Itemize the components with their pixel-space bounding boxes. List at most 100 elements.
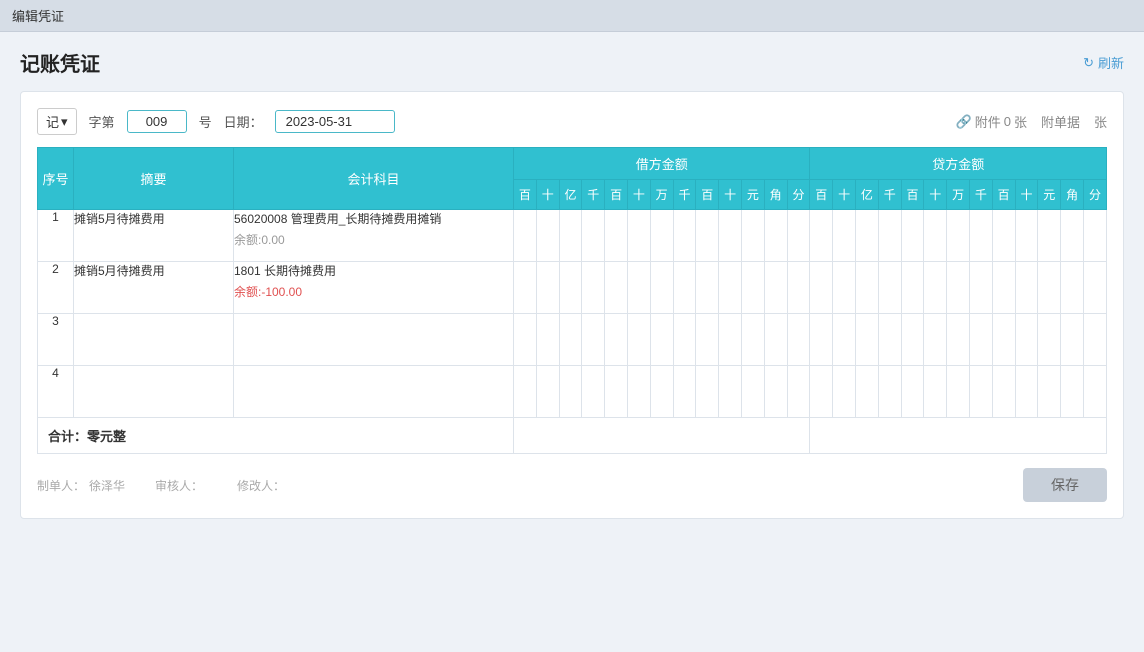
voucher-type-btn[interactable]: 记 ▾ [37,108,77,135]
row-1-debit-2[interactable] [536,210,559,262]
row-2-credit-7[interactable] [947,262,970,314]
row-4-debit-1[interactable] [514,366,537,418]
row-2-debit-13[interactable] [787,262,810,314]
row-1-credit-4[interactable] [878,210,901,262]
row-2-debit-6[interactable] [627,262,650,314]
row-3-debit-12[interactable] [764,314,787,366]
row-2-credit-2[interactable] [833,262,856,314]
row-2-credit-10[interactable] [1015,262,1038,314]
row-4-debit-11[interactable] [741,366,764,418]
row-4-credit-8[interactable] [969,366,992,418]
row-2-credit-4[interactable] [878,262,901,314]
row-1-credit-5[interactable] [901,210,924,262]
row-2-credit-13[interactable] [1083,262,1106,314]
row-1-account[interactable]: 56020008 管理费用_长期待摊费用摊销余额:0.00 [234,210,514,262]
row-1-credit-3[interactable] [856,210,879,262]
row-2-debit-10[interactable] [719,262,742,314]
row-3-credit-7[interactable] [947,314,970,366]
row-2-debit-1[interactable] [514,262,537,314]
attach-link[interactable]: 🔗 附件 0 张 [956,112,1027,131]
row-4-debit-12[interactable] [764,366,787,418]
row-2-credit-11[interactable] [1038,262,1061,314]
row-4-debit-6[interactable] [627,366,650,418]
row-4-credit-7[interactable] [947,366,970,418]
row-3-debit-11[interactable] [741,314,764,366]
row-1-credit-12[interactable] [1061,210,1084,262]
row-3-debit-2[interactable] [536,314,559,366]
row-3-credit-2[interactable] [833,314,856,366]
row-3-debit-1[interactable] [514,314,537,366]
row-2-credit-5[interactable] [901,262,924,314]
row-2-debit-7[interactable] [650,262,673,314]
row-2-account[interactable]: 1801 长期待摊费用余额:-100.00 [234,262,514,314]
row-3-debit-6[interactable] [627,314,650,366]
row-4-debit-9[interactable] [696,366,719,418]
save-button[interactable]: 保存 [1023,468,1107,502]
row-1-summary[interactable]: 摊销5月待摊费用 [74,210,234,262]
row-1-debit-7[interactable] [650,210,673,262]
row-3-credit-4[interactable] [878,314,901,366]
row-2-debit-5[interactable] [605,262,628,314]
voucher-number-input[interactable] [127,110,187,133]
row-2-credit-9[interactable] [992,262,1015,314]
row-4-debit-2[interactable] [536,366,559,418]
row-1-debit-4[interactable] [582,210,605,262]
row-4-debit-10[interactable] [719,366,742,418]
row-4-credit-6[interactable] [924,366,947,418]
row-4-debit-4[interactable] [582,366,605,418]
row-3-credit-1[interactable] [810,314,833,366]
row-3-credit-8[interactable] [969,314,992,366]
row-2-summary[interactable]: 摊销5月待摊费用 [74,262,234,314]
row-2-debit-2[interactable] [536,262,559,314]
row-4-credit-2[interactable] [833,366,856,418]
row-2-debit-3[interactable] [559,262,582,314]
row-1-debit-1[interactable] [514,210,537,262]
row-1-credit-1[interactable] [810,210,833,262]
row-3-debit-13[interactable] [787,314,810,366]
row-3-debit-8[interactable] [673,314,696,366]
row-3-credit-6[interactable] [924,314,947,366]
row-4-credit-1[interactable] [810,366,833,418]
row-3-credit-10[interactable] [1015,314,1038,366]
row-4-credit-12[interactable] [1061,366,1084,418]
row-4-account[interactable] [234,366,514,418]
row-2-credit-12[interactable] [1061,262,1084,314]
date-input[interactable] [275,110,395,133]
row-4-credit-5[interactable] [901,366,924,418]
row-4-credit-9[interactable] [992,366,1015,418]
row-2-credit-8[interactable] [969,262,992,314]
row-3-credit-5[interactable] [901,314,924,366]
row-4-credit-11[interactable] [1038,366,1061,418]
row-4-summary[interactable] [74,366,234,418]
row-4-debit-13[interactable] [787,366,810,418]
row-1-credit-10[interactable] [1015,210,1038,262]
row-2-credit-1[interactable] [810,262,833,314]
row-3-account[interactable] [234,314,514,366]
row-3-debit-3[interactable] [559,314,582,366]
row-3-debit-4[interactable] [582,314,605,366]
row-1-credit-8[interactable] [969,210,992,262]
row-2-debit-8[interactable] [673,262,696,314]
attach-list-link[interactable]: 附单据 [1041,112,1080,131]
row-3-credit-9[interactable] [992,314,1015,366]
row-1-debit-3[interactable] [559,210,582,262]
row-4-debit-3[interactable] [559,366,582,418]
row-1-credit-6[interactable] [924,210,947,262]
row-1-debit-6[interactable] [627,210,650,262]
row-3-credit-12[interactable] [1061,314,1084,366]
row-3-credit-3[interactable] [856,314,879,366]
row-3-credit-11[interactable] [1038,314,1061,366]
row-4-credit-4[interactable] [878,366,901,418]
row-4-debit-8[interactable] [673,366,696,418]
row-3-debit-5[interactable] [605,314,628,366]
row-1-credit-11[interactable] [1038,210,1061,262]
row-2-credit-6[interactable] [924,262,947,314]
row-4-debit-5[interactable] [605,366,628,418]
row-1-credit-13[interactable] [1083,210,1106,262]
row-1-debit-11[interactable] [741,210,764,262]
row-1-credit-2[interactable] [833,210,856,262]
row-1-credit-7[interactable] [947,210,970,262]
row-4-credit-3[interactable] [856,366,879,418]
row-3-credit-13[interactable] [1083,314,1106,366]
row-1-debit-5[interactable] [605,210,628,262]
